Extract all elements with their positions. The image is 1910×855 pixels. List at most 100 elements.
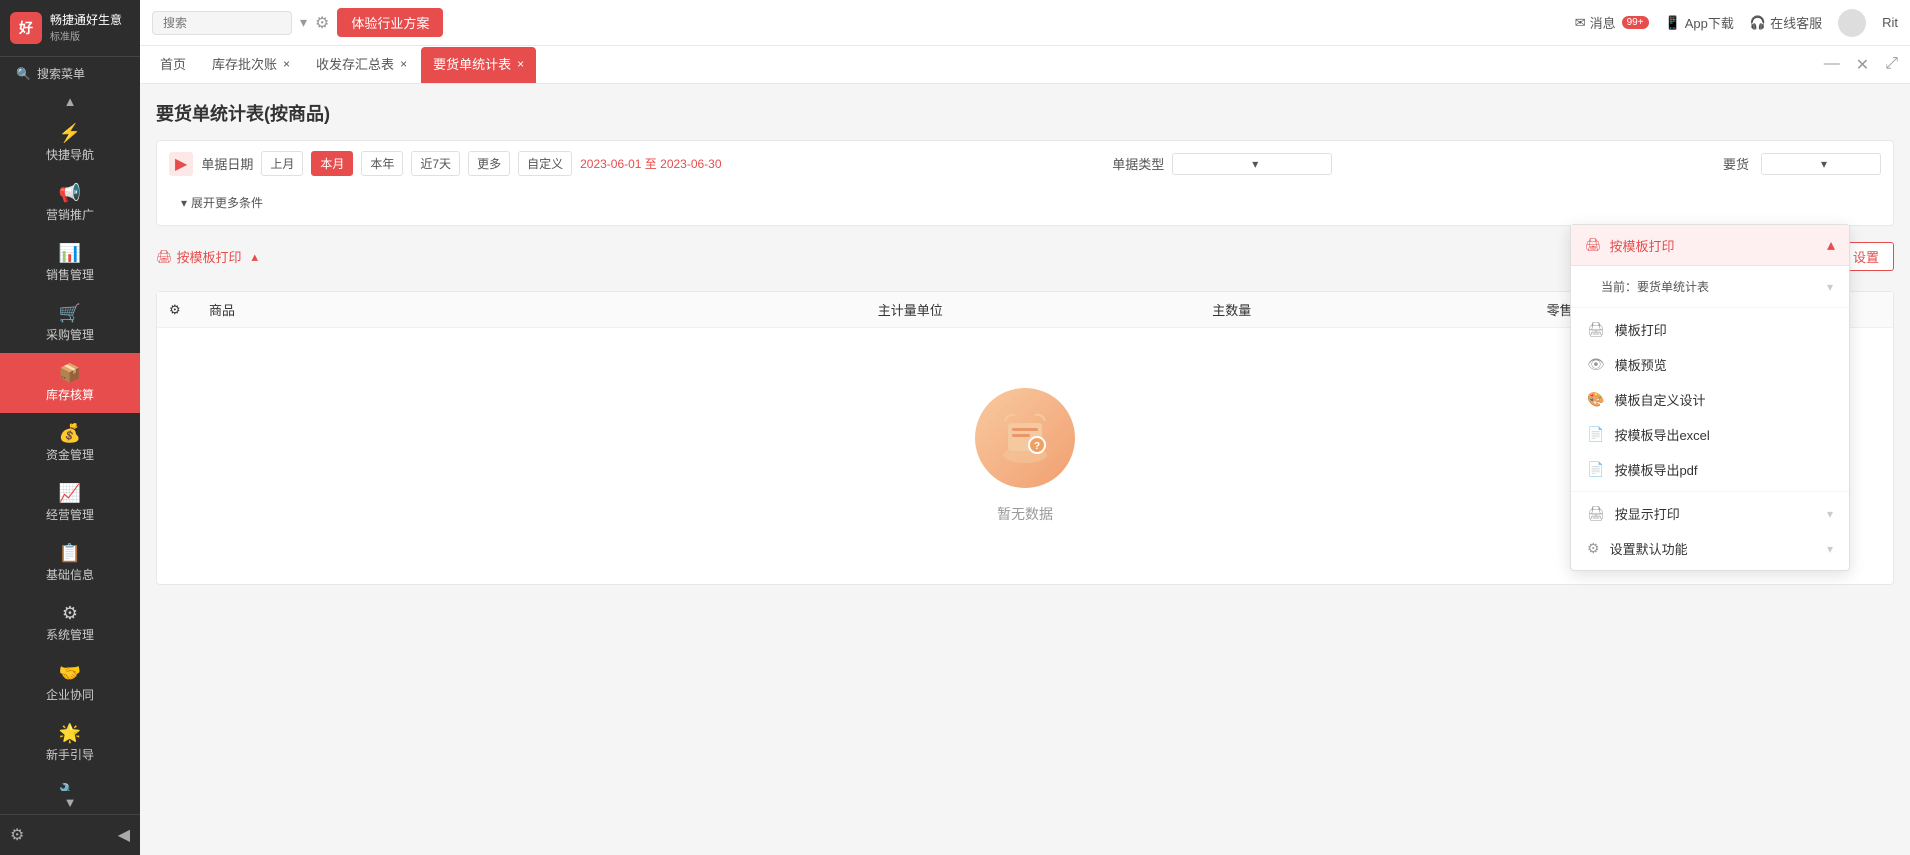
topbar-dropdown-arrow[interactable]: ▾ [300,14,307,31]
sidebar-item-operation[interactable]: 📈 经营管理 [0,473,140,533]
sidebar-item-marketing[interactable]: 📢 营销推广 [0,173,140,233]
dropdown-item-set-default[interactable]: ⚙ 设置默认功能 ▾ [1571,531,1849,566]
sidebar-item-inventory[interactable]: 📦 库存核算 [0,353,140,413]
order-type-select[interactable]: ▾ [1761,153,1881,175]
dropdown-item-template-preview[interactable]: 👁 模板预览 [1571,347,1849,382]
sidebar-scroll-up[interactable]: ▲ [0,90,140,113]
date-btn-7days[interactable]: 近7天 [411,151,460,176]
date-range-display: 2023-06-01 至 2023-06-30 [580,155,721,172]
tab-close-order-stats[interactable]: × [517,57,524,71]
expand-window-btn[interactable]: ⤢ [1881,51,1902,79]
order-type-select-arrow: ▾ [1821,157,1870,171]
expand-more-btn[interactable]: ▾ 展开更多条件 [169,190,275,215]
inventory-icon: 📦 [59,363,81,384]
sidebar-item-finance[interactable]: 💰 资金管理 [0,413,140,473]
expand-row: ▾ 展开更多条件 [169,182,1881,215]
sidebar-item-sales[interactable]: 📊 销售管理 [0,233,140,293]
template-excel-icon: 📄 [1587,426,1604,443]
sidebar: 好 畅捷通好生意 标准版 🔍 搜索菜单 ▲ ⚡ 快捷导航 📢 营销推广 📊 销售… [0,0,140,855]
sidebar-item-quick-nav[interactable]: ⚡ 快捷导航 [0,113,140,173]
sidebar-item-enterprise[interactable]: 🤝 企业协同 [0,653,140,713]
marketing-icon: 📢 [59,183,81,204]
topbar-search-input[interactable] [152,11,292,35]
dropdown-item-template-print[interactable]: 🖨 模板打印 [1571,312,1849,347]
app-download-action[interactable]: 📱 App下载 [1665,13,1734,32]
tab-home[interactable]: 首页 [148,47,198,83]
print-icon: 🖨 [156,249,173,265]
sidebar-item-purchase[interactable]: 🛒 采购管理 [0,293,140,353]
date-btn-this-year[interactable]: 本年 [361,151,403,176]
template-print-icon: 🖨 [1587,321,1605,338]
date-btn-this-month[interactable]: 本月 [311,151,353,176]
sidebar-item-system[interactable]: ⚙ 系统管理 [0,593,140,653]
message-action[interactable]: ✉ 消息 99+ [1575,13,1649,32]
basic-icon: 📋 [59,543,81,564]
dropdown-item-display-print[interactable]: 🖨 按显示打印 ▾ [1571,496,1849,531]
collapse-icon[interactable]: ◀ [118,825,130,845]
system-icon: ⚙ [62,603,78,624]
service-icon: 🎧 [1750,15,1766,31]
finance-icon: 💰 [59,423,81,444]
sidebar-search[interactable]: 🔍 搜索菜单 [0,57,140,90]
set-default-icon: ⚙ [1587,540,1600,557]
display-print-icon: 🖨 [1587,505,1605,522]
print-arrow[interactable]: ▴ [252,249,259,265]
tab-order-stats[interactable]: 要货单统计表 × [421,47,536,83]
dropdown-close-arrow[interactable]: ▴ [1827,235,1835,255]
dropdown-item-template-export-pdf[interactable]: 📄 按模板导出pdf [1571,452,1849,487]
sidebar-item-newbie[interactable]: 🌟 新手引导 [0,713,140,773]
sidebar-nav: ⚡ 快捷导航 📢 营销推广 📊 销售管理 🛒 采购管理 📦 库存核算 💰 资金管… [0,113,140,791]
minimize-window-btn[interactable]: — [1820,51,1844,79]
newbie-icon: 🌟 [59,723,81,744]
operation-icon: 📈 [59,483,81,504]
topbar-gear-icon[interactable]: ⚙ [315,13,329,33]
dropdown-current-item[interactable]: 当前：要货单统计表 ▾ [1571,270,1849,303]
dropdown-item-template-export-excel[interactable]: 📄 按模板导出excel [1571,417,1849,452]
user-avatar[interactable] [1838,9,1866,37]
col-unit: 主计量单位 [878,300,1212,319]
close-window-btn[interactable]: ✕ [1852,51,1873,79]
sidebar-scroll-down[interactable]: ▼ [0,791,140,814]
dropdown-header[interactable]: 🖨 按模板打印 ▴ [1571,225,1849,266]
dropdown-current-section: 当前：要货单统计表 ▾ [1571,266,1849,308]
appstore-icon: 🔧 [59,783,81,791]
print-dropdown: 🖨 按模板打印 ▴ 当前：要货单统计表 ▾ 🖨 模板打印 👁 模板预览 [1570,224,1850,571]
date-btn-prev-month[interactable]: 上月 [261,151,303,176]
date-btn-custom[interactable]: 自定义 [518,151,572,176]
tab-close-inventory-batch[interactable]: × [283,57,290,71]
trial-button[interactable]: 体验行业方案 [337,8,443,37]
topbar: ▾ ⚙ 体验行业方案 ✉ 消息 99+ 📱 App下载 🎧 在线客服 Rit [140,0,1910,46]
empty-icon: ? [975,388,1075,488]
tab-collection-report[interactable]: 收发存汇总表 × [304,47,419,83]
tab-close-collection-report[interactable]: × [400,57,407,71]
page-content: 要货单统计表(按商品) ▶ 单据日期 上月 本月 本年 近7天 更多 自定义 2… [140,84,1910,855]
type-select-arrow: ▾ [1252,157,1321,171]
current-item-arrow: ▾ [1827,280,1833,294]
quick-nav-icon: ⚡ [59,123,81,144]
online-service-action[interactable]: 🎧 在线客服 [1750,13,1822,32]
dropdown-item-template-custom[interactable]: 🎨 模板自定义设计 [1571,382,1849,417]
enterprise-icon: 🤝 [59,663,81,684]
tabs-bar: 首页 库存批次账 × 收发存汇总表 × 要货单统计表 × — ✕ ⤢ [140,46,1910,84]
dropdown-print-icon: 🖨 [1585,237,1602,253]
order-field-label: 要货 [1723,154,1749,173]
sidebar-item-basic[interactable]: 📋 基础信息 [0,533,140,593]
type-label: 单据类型 [1112,154,1164,173]
col-settings[interactable]: ⚙ [169,302,209,318]
settings-icon[interactable]: ⚙ [10,825,24,845]
app-logo: 好 畅捷通好生意 标准版 [0,0,140,57]
filter-expand-icon[interactable]: ▶ [169,152,193,176]
print-btn[interactable]: 🖨 按模板打印 [156,247,242,266]
template-preview-icon: 👁 [1587,356,1605,373]
logo-icon: 好 [10,12,42,44]
page-title: 要货单统计表(按商品) [156,100,1894,126]
sidebar-item-appstore[interactable]: 🔧 应用中心 [0,773,140,791]
type-select[interactable]: ▾ [1172,153,1332,175]
tab-inventory-batch[interactable]: 库存批次账 × [200,47,302,83]
template-custom-icon: 🎨 [1587,391,1604,408]
expand-icon: ▾ [181,196,187,210]
date-btn-more[interactable]: 更多 [468,151,510,176]
filter-row-1: ▶ 单据日期 上月 本月 本年 近7天 更多 自定义 2023-06-01 至 … [169,151,1881,176]
main-area: ▾ ⚙ 体验行业方案 ✉ 消息 99+ 📱 App下载 🎧 在线客服 Rit 首… [140,0,1910,855]
dropdown-extra-items: 🖨 按显示打印 ▾ ⚙ 设置默认功能 ▾ [1571,492,1849,570]
